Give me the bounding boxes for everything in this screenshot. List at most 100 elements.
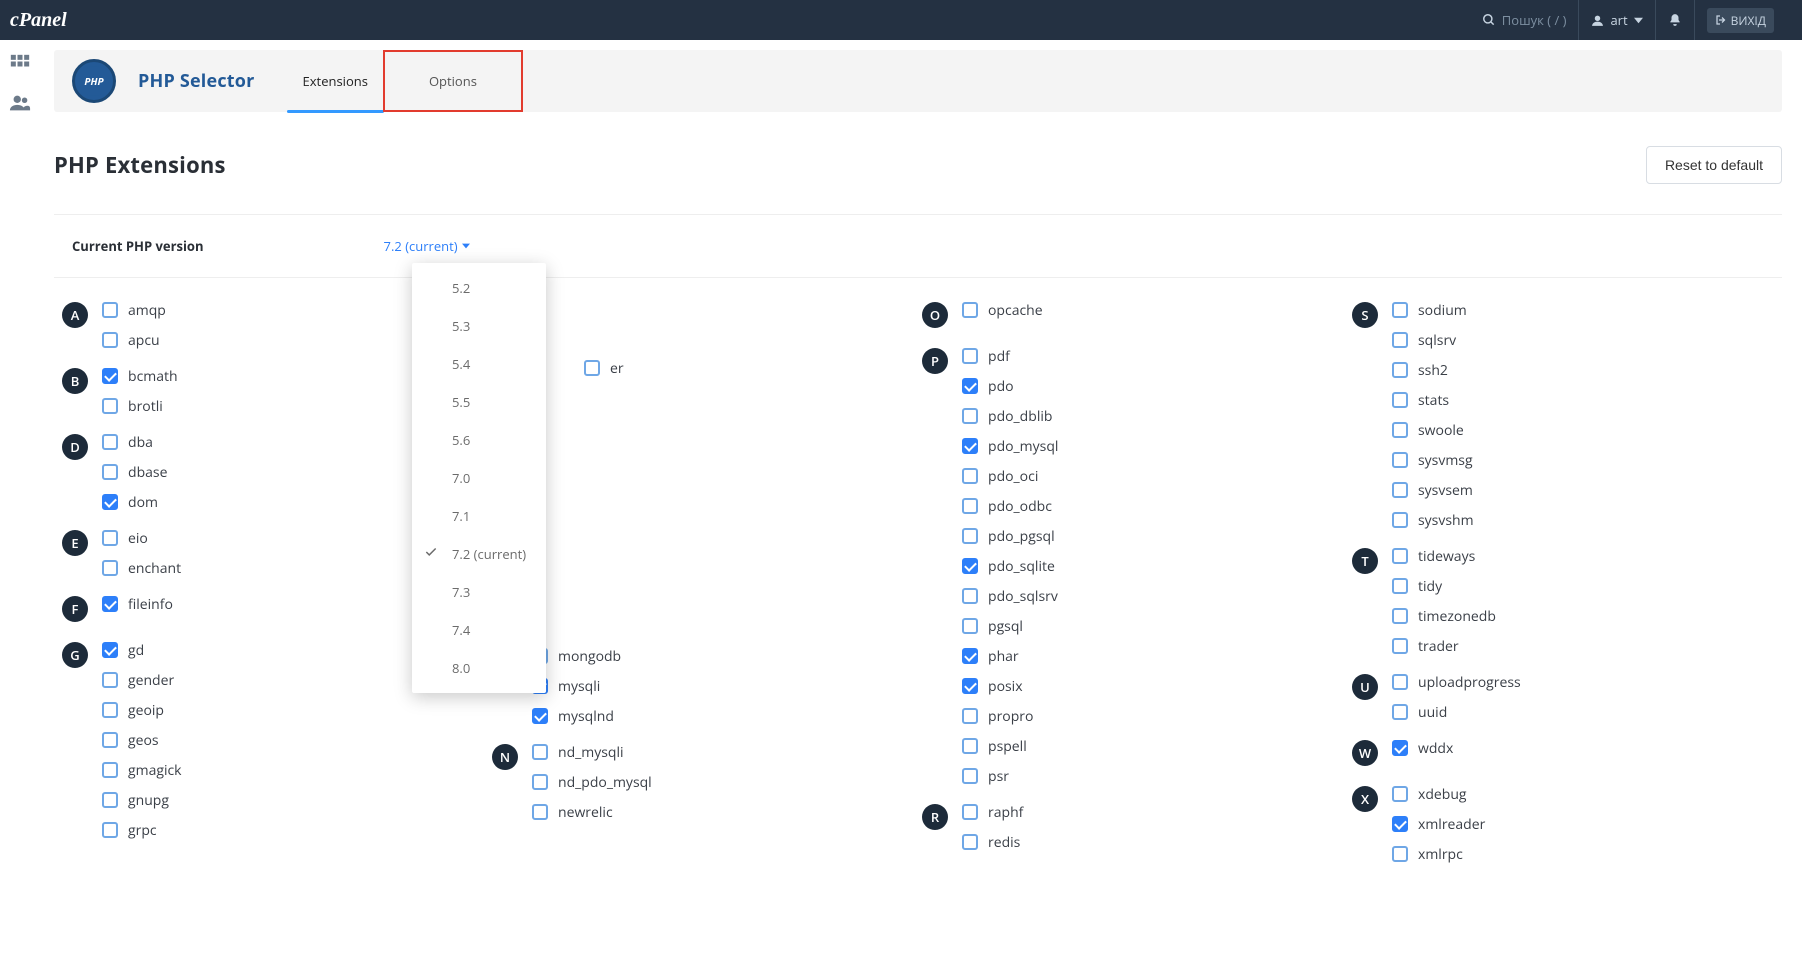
extension-row[interactable]: swoole <box>1392 418 1474 442</box>
checkbox[interactable] <box>962 408 978 424</box>
extension-row[interactable]: pdo_mysql <box>962 434 1058 458</box>
checkbox[interactable] <box>102 792 118 808</box>
extension-row[interactable]: gmagick <box>102 758 182 782</box>
checkbox[interactable] <box>1392 704 1408 720</box>
extension-row[interactable]: pdo_dblib <box>962 404 1058 428</box>
extension-row[interactable]: uploadprogress <box>1392 670 1521 694</box>
extension-row[interactable]: phar <box>962 644 1058 668</box>
checkbox[interactable] <box>962 438 978 454</box>
extension-row[interactable]: xdebug <box>1392 782 1485 806</box>
version-option[interactable]: 7.2 (current) <box>412 535 546 573</box>
checkbox[interactable] <box>102 530 118 546</box>
checkbox[interactable] <box>102 332 118 348</box>
checkbox[interactable] <box>1392 816 1408 832</box>
extension-row[interactable]: xmlrpc <box>1392 842 1485 866</box>
checkbox[interactable] <box>1392 638 1408 654</box>
extension-row[interactable]: pspell <box>962 734 1058 758</box>
checkbox[interactable] <box>962 302 978 318</box>
extension-row[interactable]: sysvshm <box>1392 508 1474 532</box>
extension-row[interactable]: ssh2 <box>1392 358 1474 382</box>
version-option[interactable]: 7.3 <box>412 573 546 611</box>
checkbox[interactable] <box>584 360 600 376</box>
version-option[interactable]: 5.2 <box>412 269 546 307</box>
checkbox[interactable] <box>962 834 978 850</box>
extension-row[interactable]: nd_mysqli <box>532 740 652 764</box>
checkbox[interactable] <box>962 678 978 694</box>
extension-row[interactable]: pdo_pgsql <box>962 524 1058 548</box>
logout[interactable]: ВИХІД <box>1694 0 1786 40</box>
extension-row[interactable]: er <box>584 356 624 380</box>
checkbox[interactable] <box>1392 578 1408 594</box>
checkbox[interactable] <box>962 468 978 484</box>
checkbox[interactable] <box>102 494 118 510</box>
checkbox[interactable] <box>1392 302 1408 318</box>
extension-row[interactable]: tidy <box>1392 574 1496 598</box>
extension-row[interactable]: sodium <box>1392 298 1474 322</box>
search[interactable]: Пошук ( / ) <box>1470 0 1579 40</box>
extension-row[interactable]: gd <box>102 638 182 662</box>
checkbox[interactable] <box>102 434 118 450</box>
extension-row[interactable]: pgsql <box>962 614 1058 638</box>
checkbox[interactable] <box>102 672 118 688</box>
users-icon[interactable] <box>9 92 31 114</box>
extension-row[interactable]: sysvmsg <box>1392 448 1474 472</box>
extension-row[interactable]: grpc <box>102 818 182 842</box>
version-option[interactable]: 5.3 <box>412 307 546 345</box>
checkbox[interactable] <box>532 708 548 724</box>
extension-row[interactable]: pdo <box>962 374 1058 398</box>
checkbox[interactable] <box>962 804 978 820</box>
extension-row[interactable]: wddx <box>1392 736 1453 760</box>
version-option[interactable]: 5.4 <box>412 345 546 383</box>
extension-row[interactable]: dba <box>102 430 167 454</box>
checkbox[interactable] <box>1392 512 1408 528</box>
extension-row[interactable]: raphf <box>962 800 1023 824</box>
extension-row[interactable]: dbase <box>102 460 167 484</box>
extension-row[interactable]: brotli <box>102 394 178 418</box>
extension-row[interactable]: pdo_sqlite <box>962 554 1058 578</box>
extension-row[interactable]: pdo_sqlsrv <box>962 584 1058 608</box>
checkbox[interactable] <box>532 744 548 760</box>
extension-row[interactable]: nd_pdo_mysql <box>532 770 652 794</box>
extension-row[interactable]: enchant <box>102 556 181 580</box>
apps-grid-icon[interactable] <box>10 54 30 74</box>
checkbox[interactable] <box>1392 482 1408 498</box>
checkbox[interactable] <box>1392 786 1408 802</box>
extension-row[interactable]: trader <box>1392 634 1496 658</box>
tab-options[interactable]: Options <box>383 50 523 112</box>
extension-row[interactable]: posix <box>962 674 1058 698</box>
extension-row[interactable]: dom <box>102 490 167 514</box>
extension-row[interactable]: geos <box>102 728 182 752</box>
extension-row[interactable]: amqp <box>102 298 166 322</box>
extension-row[interactable]: uuid <box>1392 700 1521 724</box>
checkbox[interactable] <box>102 368 118 384</box>
version-select[interactable]: 7.2 (current) <box>384 237 470 255</box>
extension-row[interactable]: bcmath <box>102 364 178 388</box>
extension-row[interactable]: apcu <box>102 328 166 352</box>
checkbox[interactable] <box>962 768 978 784</box>
version-option[interactable]: 8.0 <box>412 649 546 687</box>
checkbox[interactable] <box>962 558 978 574</box>
extension-row[interactable]: sysvsem <box>1392 478 1474 502</box>
extension-row[interactable]: gender <box>102 668 182 692</box>
extension-row[interactable]: fileinfo <box>102 592 173 616</box>
extension-row[interactable]: propro <box>962 704 1058 728</box>
version-option[interactable]: 5.5 <box>412 383 546 421</box>
version-option[interactable]: 7.0 <box>412 459 546 497</box>
checkbox[interactable] <box>102 642 118 658</box>
extension-row[interactable]: opcache <box>962 298 1043 322</box>
checkbox[interactable] <box>962 528 978 544</box>
extension-row[interactable]: mysqlnd <box>532 704 621 728</box>
extension-row[interactable]: eio <box>102 526 181 550</box>
checkbox[interactable] <box>1392 674 1408 690</box>
extension-row[interactable]: geoip <box>102 698 182 722</box>
checkbox[interactable] <box>962 498 978 514</box>
extension-row[interactable]: pdf <box>962 344 1058 368</box>
checkbox[interactable] <box>1392 548 1408 564</box>
checkbox[interactable] <box>102 822 118 838</box>
checkbox[interactable] <box>1392 608 1408 624</box>
user-menu[interactable]: art <box>1578 0 1654 40</box>
version-option[interactable]: 7.1 <box>412 497 546 535</box>
extension-row[interactable]: psr <box>962 764 1058 788</box>
checkbox[interactable] <box>962 618 978 634</box>
version-option[interactable]: 5.6 <box>412 421 546 459</box>
